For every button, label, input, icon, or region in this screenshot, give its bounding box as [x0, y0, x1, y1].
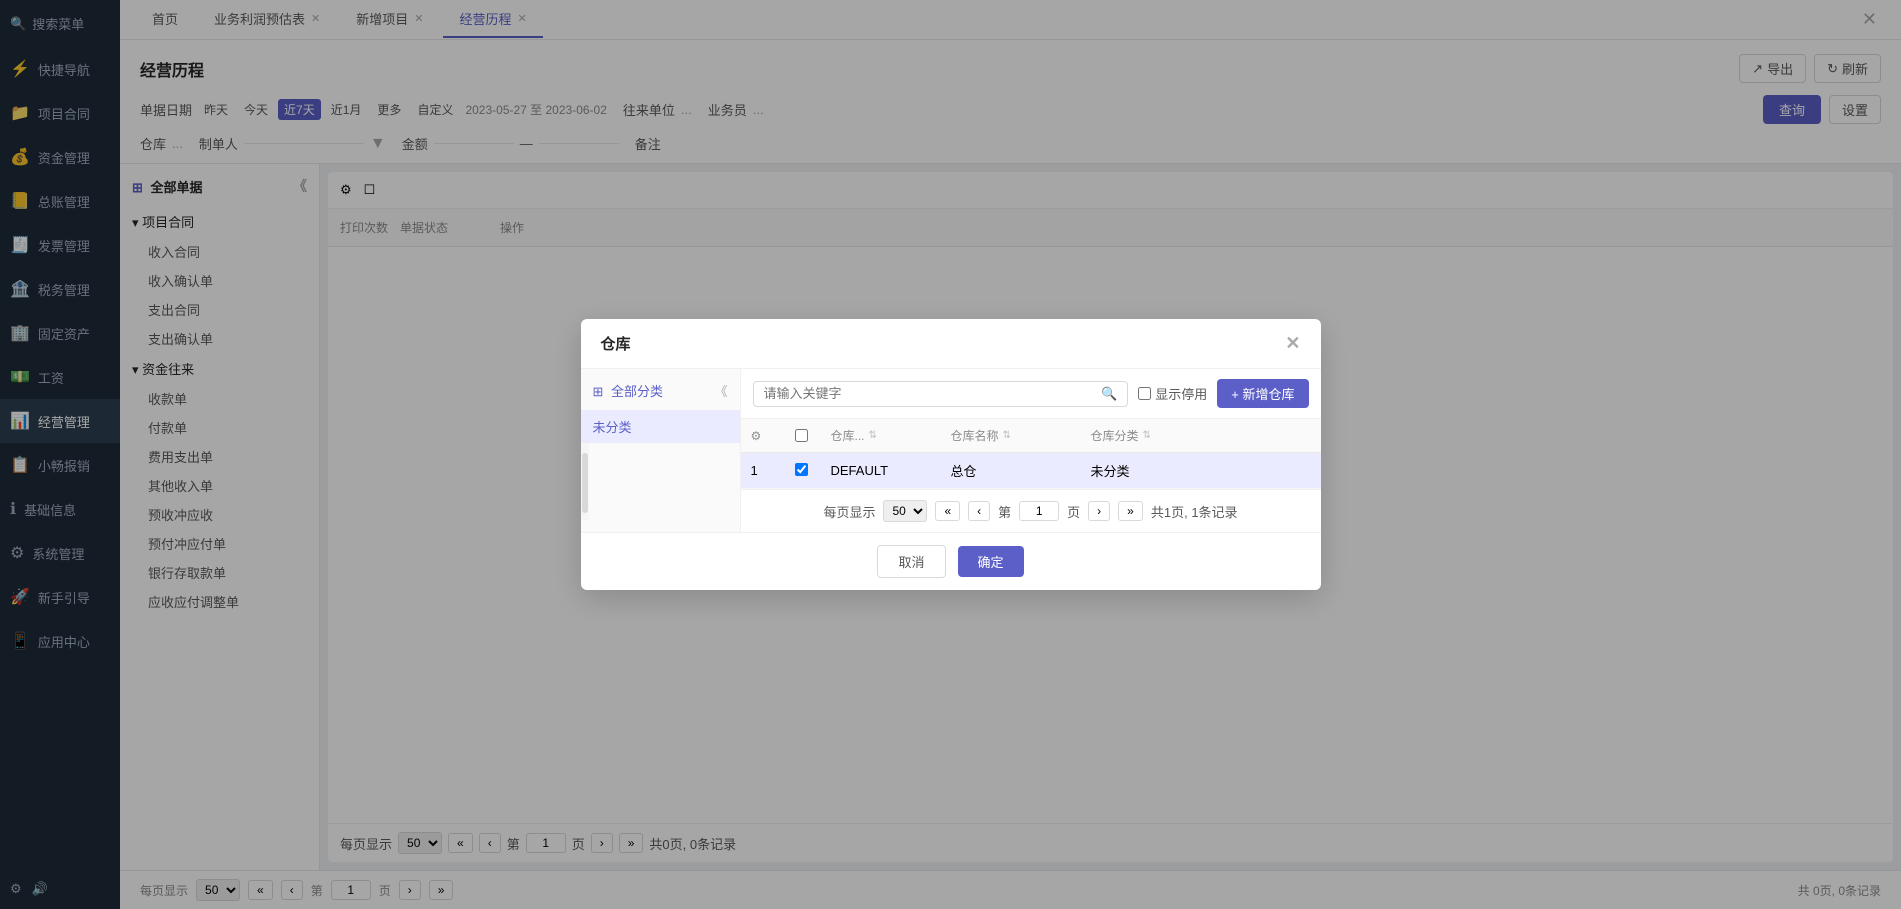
modal-th-checkbox	[785, 419, 821, 452]
modal-overlay: 仓库 ✕ ⊞ 全部分类 《 未分类	[0, 0, 1901, 909]
modal-per-page-label: 每页显示	[823, 502, 875, 521]
modal-cat-unclassified[interactable]: 未分类	[581, 410, 740, 443]
modal-left-header: ⊞ 全部分类 《	[581, 381, 740, 410]
modal-right-panel: 🔍 显示停用 + 新增仓库 ⚙	[741, 369, 1321, 532]
modal-total-text: 共1页, 1条记录	[1151, 502, 1238, 521]
modal-all-label-text: 全部分类	[611, 384, 663, 399]
modal-body: ⊞ 全部分类 《 未分类 🔍	[581, 369, 1321, 532]
modal-row-category: 未分类	[1091, 464, 1130, 479]
modal-all-category-label: ⊞ 全部分类	[593, 381, 664, 400]
show-disabled-label[interactable]: 显示停用	[1138, 384, 1207, 403]
modal-th-code[interactable]: 仓库... ⇅	[821, 419, 941, 452]
sort-icon-category: ⇅	[1143, 430, 1151, 441]
modal-page-size-select[interactable]: 50	[883, 500, 927, 522]
modal-th-name-label: 仓库名称	[951, 427, 999, 444]
modal-search-input[interactable]	[764, 386, 1096, 401]
sort-icon-code: ⇅	[869, 430, 877, 441]
modal-td-name: 总仓	[941, 453, 1081, 488]
modal-title: 仓库	[601, 333, 631, 354]
modal-table-row[interactable]: 1 DEFAULT 总仓 未分类	[741, 453, 1321, 489]
modal-row-name: 总仓	[951, 464, 977, 479]
modal-th-gear: ⚙	[741, 419, 785, 452]
modal-gear-icon[interactable]: ⚙	[751, 429, 762, 443]
modal-select-all-checkbox[interactable]	[795, 429, 808, 442]
modal-row-checkbox[interactable]	[795, 463, 808, 476]
modal-category-panel: ⊞ 全部分类 《 未分类	[581, 369, 741, 532]
modal-pagination: 每页显示 50 « ‹ 第 页 › » 共1页, 1条记录	[741, 489, 1321, 532]
modal-td-checkbox[interactable]	[785, 455, 821, 487]
modal-th-code-label: 仓库...	[831, 427, 865, 444]
modal-th-category[interactable]: 仓库分类 ⇅	[1081, 419, 1321, 452]
modal-th-category-label: 仓库分类	[1091, 427, 1139, 444]
modal-confirm-button[interactable]: 确定	[958, 546, 1024, 577]
modal-prev-btn[interactable]: ‹	[968, 501, 990, 521]
modal-toolbar: 🔍 显示停用 + 新增仓库	[741, 369, 1321, 419]
modal-collapse-btn[interactable]: 《	[714, 381, 727, 400]
modal-td-category: 未分类	[1081, 453, 1321, 488]
modal-table-header: ⚙ 仓库... ⇅ 仓库名称 ⇅ 仓库分类 ⇅	[741, 419, 1321, 453]
modal-footer-buttons: 取消 确定	[581, 532, 1321, 590]
modal-search-icon: 🔍	[1101, 386, 1117, 402]
modal-row-code: DEFAULT	[831, 463, 889, 478]
modal-td-code: DEFAULT	[821, 455, 941, 486]
modal-cat-label: 未分类	[593, 420, 632, 435]
sort-icon-name: ⇅	[1003, 430, 1011, 441]
warehouse-modal: 仓库 ✕ ⊞ 全部分类 《 未分类	[581, 319, 1321, 590]
modal-page-label: 第	[998, 502, 1011, 521]
modal-page-suffix: 页	[1067, 502, 1080, 521]
modal-header: 仓库 ✕	[581, 319, 1321, 369]
modal-first-btn[interactable]: «	[935, 501, 960, 521]
show-disabled-text: 显示停用	[1155, 384, 1207, 403]
modal-close-button[interactable]: ✕	[1285, 333, 1300, 354]
modal-cancel-button[interactable]: 取消	[877, 545, 945, 578]
modal-next-btn[interactable]: ›	[1088, 501, 1110, 521]
modal-td-index: 1	[741, 455, 785, 486]
modal-page-input[interactable]	[1019, 501, 1059, 521]
modal-th-name[interactable]: 仓库名称 ⇅	[941, 419, 1081, 452]
add-warehouse-button[interactable]: + 新增仓库	[1217, 379, 1308, 408]
modal-table-body: 1 DEFAULT 总仓 未分类	[741, 453, 1321, 489]
show-disabled-checkbox[interactable]	[1138, 387, 1151, 400]
modal-search-box[interactable]: 🔍	[753, 381, 1129, 407]
modal-last-btn[interactable]: »	[1118, 501, 1143, 521]
